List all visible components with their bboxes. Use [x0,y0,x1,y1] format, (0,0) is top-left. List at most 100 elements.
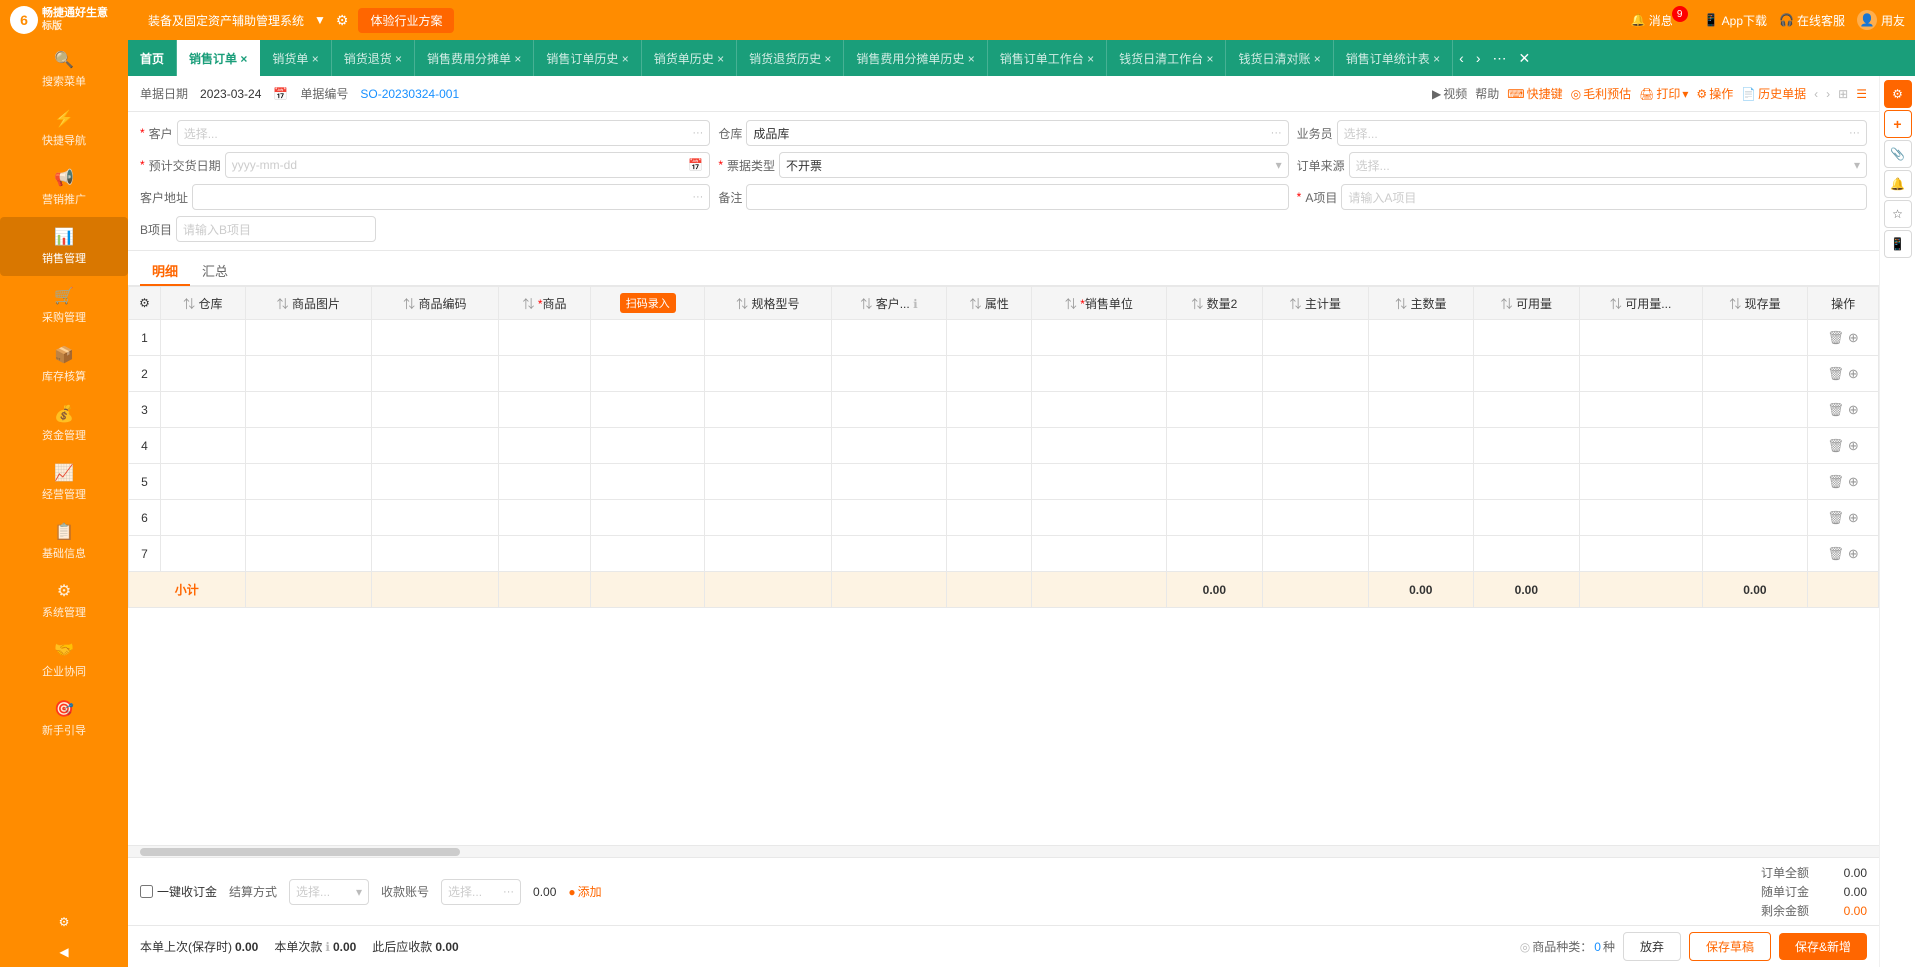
row-3-warehouse[interactable] [161,392,246,428]
add-receipt-btn[interactable]: ● 添加 [568,883,601,900]
col-setting-icon[interactable]: ⚙ [139,296,150,310]
sidebar-item-basic[interactable]: 📋 基础信息 [0,512,128,571]
trial-button[interactable]: 体验行业方案 [358,8,454,33]
row-5-spec[interactable] [705,464,832,500]
right-panel-settings-btn[interactable]: ⚙ [1884,80,1912,108]
tab-daily-workbench[interactable]: 钱货日清工作台 × [1107,40,1226,76]
row-5-image[interactable] [245,464,372,500]
sort-icon-av2[interactable]: ⇅ [1610,297,1622,311]
sidebar-item-navigation[interactable]: ⚡ 快捷导航 [0,99,128,158]
row-6-warehouse[interactable] [161,500,246,536]
row-4-stock[interactable] [1702,428,1808,464]
scroll-thumb[interactable] [140,848,460,856]
row-2-warehouse[interactable] [161,356,246,392]
row-1-warehouse[interactable] [161,320,246,356]
sidebar-item-system[interactable]: ⚙ 系统管理 [0,571,128,630]
tab-return-history[interactable]: 销货退货历史 × [737,40,844,76]
sort-icon-mq[interactable]: ⇅ [1395,297,1407,311]
sort-icon-qty2[interactable]: ⇅ [1191,297,1203,311]
row-7-code[interactable] [372,536,499,572]
row-2-code[interactable] [372,356,499,392]
row-5-stock[interactable] [1702,464,1808,500]
app-download-btn[interactable]: 📱 App下载 [1704,12,1767,29]
next-record-btn[interactable]: › [1826,87,1830,101]
row-3-code[interactable] [372,392,499,428]
tab-goods-history[interactable]: 销货单历史 × [642,40,737,76]
row-2-image[interactable] [245,356,372,392]
tab-sales-history[interactable]: 销售订单历史 × [534,40,641,76]
right-panel-mobile-btn[interactable]: 📱 [1884,230,1912,258]
row-1-unit[interactable] [1031,320,1166,356]
save-draft-button[interactable]: 保存草稿 [1689,932,1771,961]
row-7-spec[interactable] [705,536,832,572]
right-panel-clip-btn[interactable]: 📎 [1884,140,1912,168]
row-4-qty2[interactable] [1166,428,1262,464]
copy-row-4-btn[interactable]: ⊕ [1848,438,1859,454]
copy-row-7-btn[interactable]: ⊕ [1848,546,1859,562]
row-1-stock[interactable] [1702,320,1808,356]
sidebar-item-inventory[interactable]: 📦 库存核算 [0,335,128,394]
a-project-input-wrapper[interactable]: 请输入A项目 [1341,184,1867,210]
row-5-available[interactable] [1474,464,1580,500]
staff-input-wrapper[interactable]: 选择... ··· [1337,120,1867,146]
delete-row-5-btn[interactable]: 🗑 [1827,474,1844,490]
view-btn[interactable]: ▶ 视频 [1432,85,1467,102]
row-7-qty2[interactable] [1166,536,1262,572]
row-2-unit[interactable] [1031,356,1166,392]
calendar-picker-icon[interactable]: 📅 [688,158,703,172]
dropdown-arrow-icon[interactable]: ▼ [314,13,326,27]
row-3-available[interactable] [1474,392,1580,428]
tab-sales-goods[interactable]: 销货单 × [260,40,331,76]
row-6-unit[interactable] [1031,500,1166,536]
row-1-available[interactable] [1474,320,1580,356]
row-4-attr[interactable] [947,428,1032,464]
sort-icon-cust[interactable]: ⇅ [860,297,872,311]
sidebar-item-management[interactable]: 📈 经营管理 [0,453,128,512]
row-4-spec[interactable] [705,428,832,464]
row-3-attr[interactable] [947,392,1032,428]
list-view-btn[interactable]: ☰ [1856,87,1867,101]
tab-home[interactable]: 首页 [128,40,177,76]
sidebar-item-search[interactable]: 🔍 搜索菜单 [0,40,128,99]
row-5-product[interactable] [498,464,591,500]
row-7-customer[interactable] [831,536,947,572]
help-btn[interactable]: 帮助 [1475,85,1499,102]
row-2-spec[interactable] [705,356,832,392]
row-1-code[interactable] [372,320,499,356]
copy-row-5-btn[interactable]: ⊕ [1848,474,1859,490]
copy-row-6-btn[interactable]: ⊕ [1848,510,1859,526]
row-6-main-unit[interactable] [1262,500,1368,536]
horizontal-scrollbar[interactable] [128,845,1879,857]
row-6-stock[interactable] [1702,500,1808,536]
row-4-warehouse[interactable] [161,428,246,464]
row-3-spec[interactable] [705,392,832,428]
sort-icon-code[interactable]: ⇅ [403,297,415,311]
sort-icon-attr[interactable]: ⇅ [970,297,982,311]
tab-detail[interactable]: 明细 [140,257,190,286]
row-3-stock[interactable] [1702,392,1808,428]
delivery-input-wrapper[interactable]: yyyy-mm-dd 📅 [225,152,711,178]
row-4-code[interactable] [372,428,499,464]
row-5-qty2[interactable] [1166,464,1262,500]
sidebar-item-guide[interactable]: 🎯 新手引导 [0,689,128,748]
tab-close-btn[interactable]: ✕ [1512,50,1536,67]
calendar-icon[interactable]: 📅 [273,87,288,101]
delete-row-6-btn[interactable]: 🗑 [1827,510,1844,526]
row-7-main-unit[interactable] [1262,536,1368,572]
scan-button[interactable]: 扫码录入 [620,293,676,313]
order-source-wrapper[interactable]: 选择... ▾ [1349,152,1867,178]
remark-input-wrapper[interactable] [746,184,1288,210]
row-4-image[interactable] [245,428,372,464]
grid-view-btn[interactable]: ⊞ [1838,87,1848,101]
row-1-main-unit[interactable] [1262,320,1368,356]
sort-icon-img[interactable]: ⇅ [277,297,289,311]
prev-record-btn[interactable]: ‹ [1814,87,1818,101]
row-7-available2[interactable] [1579,536,1702,572]
history-btn[interactable]: 📄 历史单据 [1741,85,1806,102]
tab-sales-stats[interactable]: 销售订单统计表 × [1334,40,1453,76]
tab-sales-return[interactable]: 销货退货 × [332,40,415,76]
invoice-select-wrapper[interactable]: 不开票 ▾ [779,152,1289,178]
row-5-main-unit[interactable] [1262,464,1368,500]
row-4-customer[interactable] [831,428,947,464]
tab-next-btn[interactable]: › [1470,50,1487,66]
